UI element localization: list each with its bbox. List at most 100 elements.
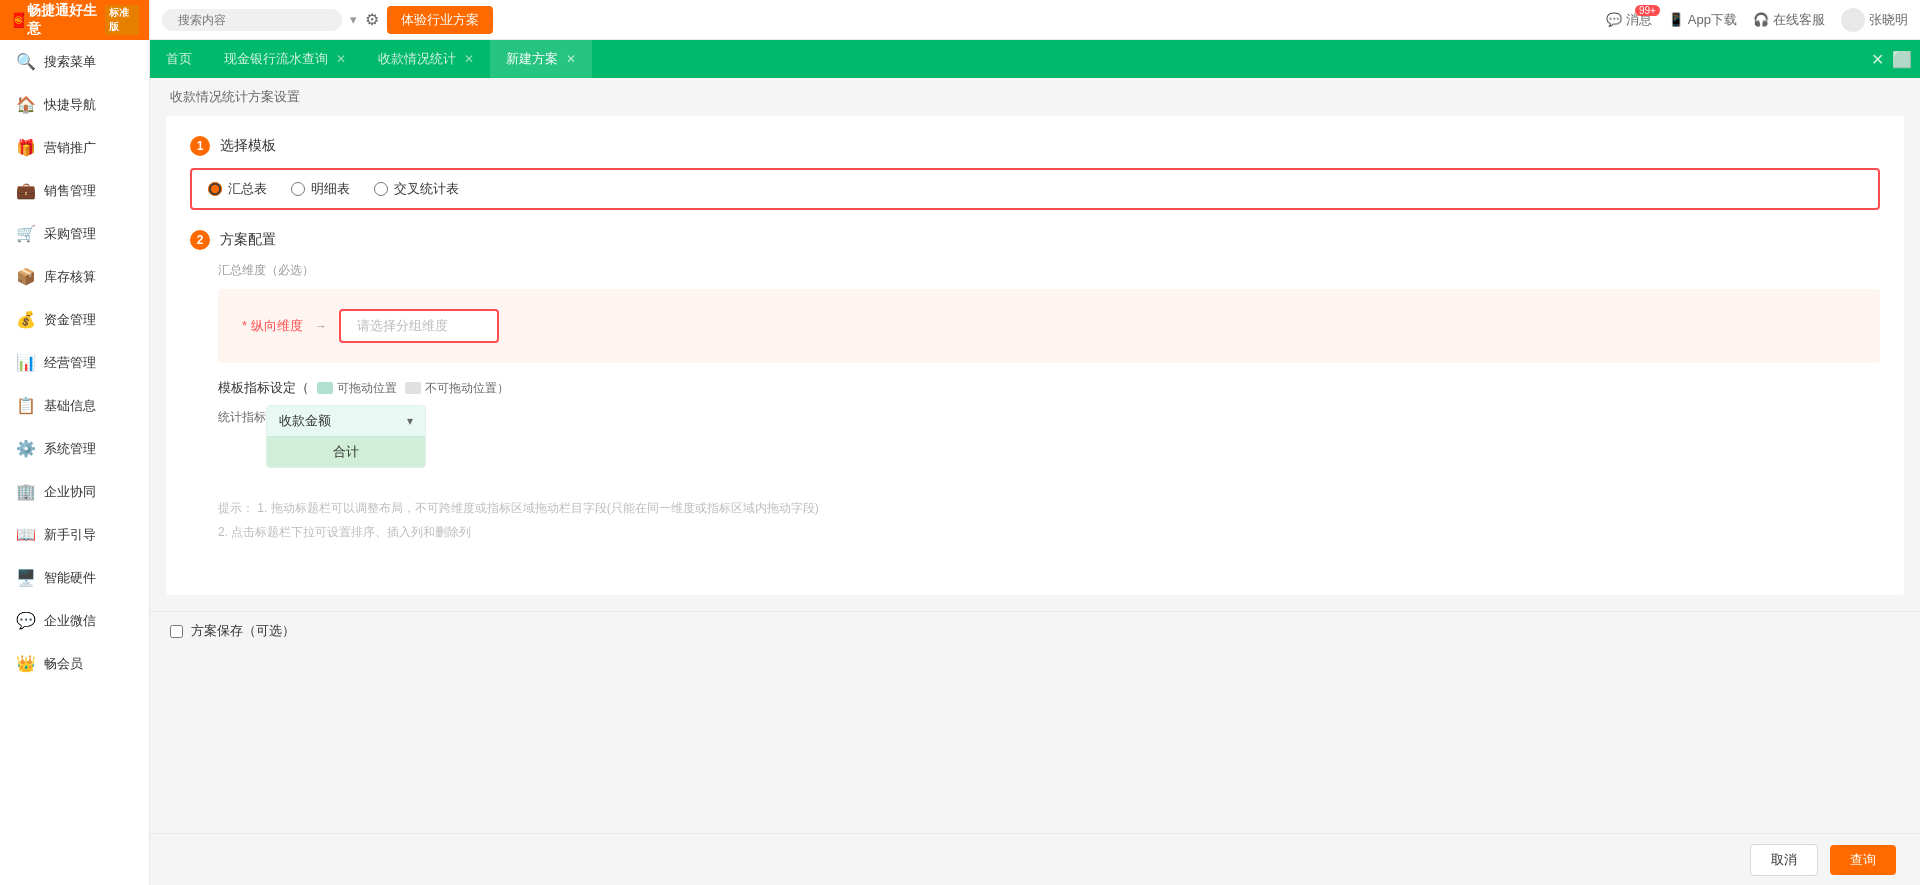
sidebar-label-system: 系统管理: [44, 440, 96, 458]
option-cross-label: 交叉统计表: [394, 180, 459, 198]
sidebar-item-search-menu[interactable]: 🔍 搜索菜单: [0, 40, 149, 83]
member-icon: 👑: [16, 654, 36, 673]
tab-bank-label: 现金银行流水查询: [224, 50, 328, 68]
tab-home-label: 首页: [166, 50, 192, 68]
option-cross[interactable]: 交叉统计表: [374, 180, 459, 198]
sidebar-item-marketing[interactable]: 🎁 营销推广: [0, 126, 149, 169]
option-summary[interactable]: 汇总表: [208, 180, 267, 198]
message-badge: 99+: [1635, 5, 1660, 16]
radio-cross[interactable]: [374, 182, 388, 196]
search-menu-icon: 🔍: [16, 52, 36, 71]
sidebar-item-finance[interactable]: 💰 资金管理: [0, 298, 149, 341]
legend-draggable-item: 可拖动位置: [317, 380, 397, 397]
service-label: 在线客服: [1773, 11, 1825, 29]
dimension-section-title: 汇总维度（必选）: [218, 262, 1880, 279]
app-download-btn[interactable]: 📱 App下载: [1668, 11, 1737, 29]
basic-info-icon: 📋: [16, 396, 36, 415]
sidebar-item-smart-hw[interactable]: 🖥️ 智能硬件: [0, 556, 149, 599]
message-icon: 💬: [1606, 12, 1622, 27]
sidebar-item-system[interactable]: ⚙️ 系统管理: [0, 427, 149, 470]
sidebar-item-inventory[interactable]: 📦 库存核算: [0, 255, 149, 298]
main-card: 1 选择模板 汇总表 明细表 交叉统计表: [166, 116, 1904, 595]
purchase-icon: 🛒: [16, 224, 36, 243]
indicator-table-wrapper: 统计指标 收款金额 ▾ 合计: [218, 405, 1880, 468]
radio-summary[interactable]: [208, 182, 222, 196]
tabbar: 首页 现金银行流水查询 ✕ 收款情况统计 ✕ 新建方案 ✕ ✕ ⬜: [150, 40, 1920, 78]
sidebar-item-guide[interactable]: 📖 新手引导: [0, 513, 149, 556]
indicator-table-header[interactable]: 收款金额 ▾: [267, 406, 425, 437]
guide-icon: 📖: [16, 525, 36, 544]
finance-icon: 💰: [16, 310, 36, 329]
sidebar-label-inventory: 库存核算: [44, 268, 96, 286]
hint-2: 2. 点击标题栏下拉可设置排序、插入列和删除列: [218, 522, 1880, 544]
search-input[interactable]: [162, 9, 342, 31]
sidebar-item-sales[interactable]: 💼 销售管理: [0, 169, 149, 212]
cancel-button[interactable]: 取消: [1750, 844, 1818, 876]
sidebar-item-operation[interactable]: 📊 经营管理: [0, 341, 149, 384]
legend-draggable-box: [317, 382, 333, 394]
close-window-icon[interactable]: ✕: [1871, 50, 1884, 69]
dimension-title-text: 汇总维度（必选）: [218, 263, 314, 277]
save-checkbox[interactable]: [170, 625, 183, 638]
hint-1: 提示： 1. 拖动标题栏可以调整布局，不可跨维度或指标区域拖动栏目字段(只能在同…: [218, 498, 1880, 520]
sales-icon: 💼: [16, 181, 36, 200]
sidebar-item-quick-nav[interactable]: 🏠 快捷导航: [0, 83, 149, 126]
tab-new-plan[interactable]: 新建方案 ✕: [490, 40, 592, 78]
step1-section: 1 选择模板 汇总表 明细表 交叉统计表: [190, 136, 1880, 210]
step2-num: 2: [190, 230, 210, 250]
topbar-left: ▾ ⚙ 体验行业方案: [162, 6, 493, 34]
radio-detail[interactable]: [291, 182, 305, 196]
tab-new-plan-label: 新建方案: [506, 50, 558, 68]
tab-receipt-stats-label: 收款情况统计: [378, 50, 456, 68]
sidebar-label-quick-nav: 快捷导航: [44, 96, 96, 114]
step1-title: 选择模板: [220, 137, 276, 155]
industry-btn[interactable]: 体验行业方案: [387, 6, 493, 34]
home-icon: 🏠: [16, 95, 36, 114]
sidebar-label-member: 畅会员: [44, 655, 83, 673]
dropdown-arrow-icon[interactable]: ▾: [350, 12, 357, 27]
sidebar-item-corp[interactable]: 🏢 企业协同: [0, 470, 149, 513]
message-btn[interactable]: 💬 消息 99+: [1606, 11, 1652, 29]
sidebar-label-wechat: 企业微信: [44, 612, 96, 630]
sidebar-label-finance: 资金管理: [44, 311, 96, 329]
service-btn[interactable]: 🎧 在线客服: [1753, 11, 1825, 29]
dimension-area: 汇总维度（必选） * 纵向维度 → 请选择分组维度 模板指标设定（: [190, 262, 1880, 555]
dimension-select[interactable]: 请选择分组维度: [339, 309, 499, 343]
template-options: 汇总表 明细表 交叉统计表: [190, 168, 1880, 210]
logo-tag: 标准版: [105, 5, 139, 35]
smart-hw-icon: 🖥️: [16, 568, 36, 587]
sidebar-label-basic-info: 基础信息: [44, 397, 96, 415]
sidebar-item-member[interactable]: 👑 畅会员: [0, 642, 149, 685]
maximize-icon[interactable]: ⬜: [1892, 50, 1912, 69]
sidebar-item-basic-info[interactable]: 📋 基础信息: [0, 384, 149, 427]
sidebar-label-operation: 经营管理: [44, 354, 96, 372]
option-detail[interactable]: 明细表: [291, 180, 350, 198]
gear-icon[interactable]: ⚙: [365, 10, 379, 29]
tab-new-plan-close-icon[interactable]: ✕: [566, 52, 576, 66]
tab-receipt-close-icon[interactable]: ✕: [464, 52, 474, 66]
legend-fixed-item: 不可拖动位置）: [405, 380, 509, 397]
operation-icon: 📊: [16, 353, 36, 372]
corp-icon: 🏢: [16, 482, 36, 501]
topbar-right: 💬 消息 99+ 📱 App下载 🎧 在线客服 张晓明: [1606, 8, 1908, 32]
topbar: ▾ ⚙ 体验行业方案 💬 消息 99+ 📱 App下载 🎧 在线客服 张晓明: [150, 0, 1920, 40]
sidebar-item-wechat[interactable]: 💬 企业微信: [0, 599, 149, 642]
inventory-icon: 📦: [16, 267, 36, 286]
dropdown-icon[interactable]: ▾: [407, 414, 413, 428]
indicator-section: 模板指标设定（ 可拖动位置 不可拖动位置）: [218, 379, 1880, 468]
sidebar-label-guide: 新手引导: [44, 526, 96, 544]
tab-bank-close-icon[interactable]: ✕: [336, 52, 346, 66]
col-header-text: 收款金额: [279, 412, 331, 430]
tab-receipt-stats[interactable]: 收款情况统计 ✕: [362, 40, 490, 78]
logo-text: 畅捷通好生意: [27, 2, 101, 38]
query-button[interactable]: 查询: [1830, 845, 1896, 875]
content-area: 收款情况统计方案设置 1 选择模板 汇总表 明细表: [150, 78, 1920, 833]
tab-home[interactable]: 首页: [150, 40, 208, 78]
step2-section: 2 方案配置 汇总维度（必选） * 纵向维度 → 请选择分组维度: [190, 230, 1880, 555]
user-avatar[interactable]: 张晓明: [1841, 8, 1908, 32]
sidebar-item-purchase[interactable]: 🛒 采购管理: [0, 212, 149, 255]
system-icon: ⚙️: [16, 439, 36, 458]
tab-bank[interactable]: 现金银行流水查询 ✕: [208, 40, 362, 78]
download-label: App下载: [1688, 11, 1737, 29]
stat-col-title: 统计指标: [218, 405, 266, 430]
